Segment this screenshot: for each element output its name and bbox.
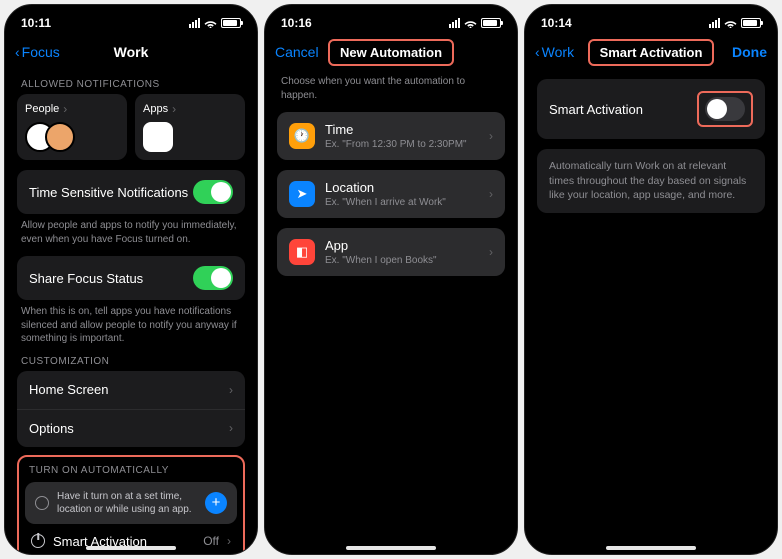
home-indicator[interactable] bbox=[606, 546, 696, 550]
phone-new-automation: 10:16 Cancel New Automation Choose when … bbox=[264, 4, 518, 555]
chevron-right-icon: › bbox=[489, 187, 493, 201]
row-home-screen[interactable]: Home Screen › bbox=[17, 371, 245, 409]
status-time: 10:16 bbox=[281, 16, 312, 30]
allowed-row: People › Apps › ✱ bbox=[17, 94, 245, 160]
row-label: Home Screen bbox=[29, 382, 108, 397]
app-icon-slack: ✱ bbox=[143, 122, 173, 152]
avatar bbox=[45, 122, 75, 152]
allowed-apps-label: Apps bbox=[143, 103, 168, 115]
chevron-right-icon: › bbox=[229, 421, 233, 435]
battery-icon bbox=[741, 18, 761, 28]
app-icon: ◧ bbox=[289, 239, 315, 265]
wifi-icon bbox=[204, 18, 217, 28]
option-sub: Ex. "When I arrive at Work" bbox=[325, 197, 446, 208]
power-icon bbox=[31, 534, 45, 548]
toggle-highlight bbox=[697, 91, 753, 127]
scroll-content[interactable]: ALLOWED NOTIFICATIONS People › Apps › ✱ Ti… bbox=[5, 69, 257, 554]
done-button[interactable]: Done bbox=[732, 44, 767, 60]
wifi-icon bbox=[464, 18, 477, 28]
row-label: Smart Activation bbox=[549, 102, 643, 117]
allowed-people-label: People bbox=[25, 103, 59, 115]
wifi-icon bbox=[724, 18, 737, 28]
back-button[interactable]: ‹ Focus bbox=[15, 44, 60, 60]
chevron-right-icon: › bbox=[227, 534, 231, 548]
auto-description: Have it turn on at a set time, location … bbox=[57, 490, 197, 516]
battery-icon bbox=[481, 18, 501, 28]
toggle-off[interactable] bbox=[705, 97, 745, 121]
nav-bar: ‹ Focus Work bbox=[5, 35, 257, 69]
cellular-icon bbox=[449, 18, 460, 28]
option-label: Location bbox=[325, 180, 446, 195]
row-label: Share Focus Status bbox=[29, 271, 143, 286]
cellular-icon bbox=[709, 18, 720, 28]
chevron-right-icon: › bbox=[229, 383, 233, 397]
description-text: Automatically turn Work on at relevant t… bbox=[549, 159, 753, 203]
back-button[interactable]: ‹ Work bbox=[535, 44, 574, 60]
row-options[interactable]: Options › bbox=[17, 409, 245, 447]
scroll-content[interactable]: Smart Activation Automatically turn Work… bbox=[525, 69, 777, 554]
chevron-right-icon: › bbox=[489, 129, 493, 143]
description-box: Automatically turn Work on at relevant t… bbox=[537, 149, 765, 213]
home-indicator[interactable] bbox=[86, 546, 176, 550]
row-smart-activation[interactable]: Smart Activation bbox=[537, 79, 765, 139]
highlight-automatic: TURN ON AUTOMATICALLY Have it turn on at… bbox=[17, 455, 245, 555]
row-label: Options bbox=[29, 421, 74, 436]
title-highlight: New Automation bbox=[328, 39, 454, 66]
chevron-right-icon: › bbox=[489, 245, 493, 259]
notch bbox=[601, 5, 701, 25]
toggle-on[interactable] bbox=[193, 180, 233, 204]
option-sub: Ex. "From 12:30 PM to 2:30PM" bbox=[325, 139, 467, 150]
avatar-stack bbox=[25, 122, 119, 152]
battery-icon bbox=[221, 18, 241, 28]
row-time-sensitive[interactable]: Time Sensitive Notifications bbox=[17, 170, 245, 214]
add-automation[interactable]: Have it turn on at a set time, location … bbox=[25, 482, 237, 524]
plus-icon[interactable]: + bbox=[205, 492, 227, 514]
option-location[interactable]: ➤ Location Ex. "When I arrive at Work" › bbox=[277, 170, 505, 218]
cellular-icon bbox=[189, 18, 200, 28]
option-app[interactable]: ◧ App Ex. "When I open Books" › bbox=[277, 228, 505, 276]
row-share-focus[interactable]: Share Focus Status bbox=[17, 256, 245, 300]
scroll-content[interactable]: Choose when you want the automation to h… bbox=[265, 69, 517, 554]
title-highlight: Smart Activation bbox=[588, 39, 715, 66]
clock-icon: 🕐 bbox=[289, 123, 315, 149]
option-label: Time bbox=[325, 122, 467, 137]
section-header-custom: CUSTOMIZATION bbox=[21, 356, 241, 367]
home-indicator[interactable] bbox=[346, 546, 436, 550]
row-description: Allow people and apps to notify you imme… bbox=[21, 219, 241, 246]
status-time: 10:14 bbox=[541, 16, 572, 30]
row-value: Off bbox=[203, 534, 219, 548]
subtitle: Choose when you want the automation to h… bbox=[281, 75, 501, 102]
group-custom: Home Screen › Options › bbox=[17, 371, 245, 447]
location-icon: ➤ bbox=[289, 181, 315, 207]
notch bbox=[81, 5, 181, 25]
status-icons bbox=[189, 18, 241, 28]
phone-smart-activation: 10:14 ‹ Work Smart Activation Done Smart… bbox=[524, 4, 778, 555]
row-description: When this is on, tell apps you have noti… bbox=[21, 305, 241, 346]
option-time[interactable]: 🕐 Time Ex. "From 12:30 PM to 2:30PM" › bbox=[277, 112, 505, 160]
phone-work-settings: 10:11 ‹ Focus Work ALLOWED NOTIFICATIONS… bbox=[4, 4, 258, 555]
nav-bar: Cancel New Automation bbox=[265, 35, 517, 69]
clock-icon bbox=[35, 496, 49, 510]
cancel-button[interactable]: Cancel bbox=[275, 44, 319, 60]
row-label: Time Sensitive Notifications bbox=[29, 185, 188, 200]
chevron-right-icon: › bbox=[63, 102, 67, 116]
toggle-on[interactable] bbox=[193, 266, 233, 290]
option-sub: Ex. "When I open Books" bbox=[325, 255, 437, 266]
group-tsn: Time Sensitive Notifications bbox=[17, 170, 245, 214]
group-smart-activation: Smart Activation bbox=[537, 79, 765, 139]
status-time: 10:11 bbox=[21, 16, 51, 30]
section-header-auto: TURN ON AUTOMATICALLY bbox=[29, 465, 233, 476]
option-label: App bbox=[325, 238, 437, 253]
chevron-right-icon: › bbox=[172, 102, 176, 116]
notch bbox=[341, 5, 441, 25]
back-label: Work bbox=[542, 44, 574, 60]
section-header-allowed: ALLOWED NOTIFICATIONS bbox=[21, 79, 241, 90]
nav-bar: ‹ Work Smart Activation Done bbox=[525, 35, 777, 69]
allowed-people[interactable]: People › bbox=[17, 94, 127, 160]
allowed-apps[interactable]: Apps › ✱ bbox=[135, 94, 245, 160]
back-label: Focus bbox=[22, 44, 60, 60]
group-share: Share Focus Status bbox=[17, 256, 245, 300]
